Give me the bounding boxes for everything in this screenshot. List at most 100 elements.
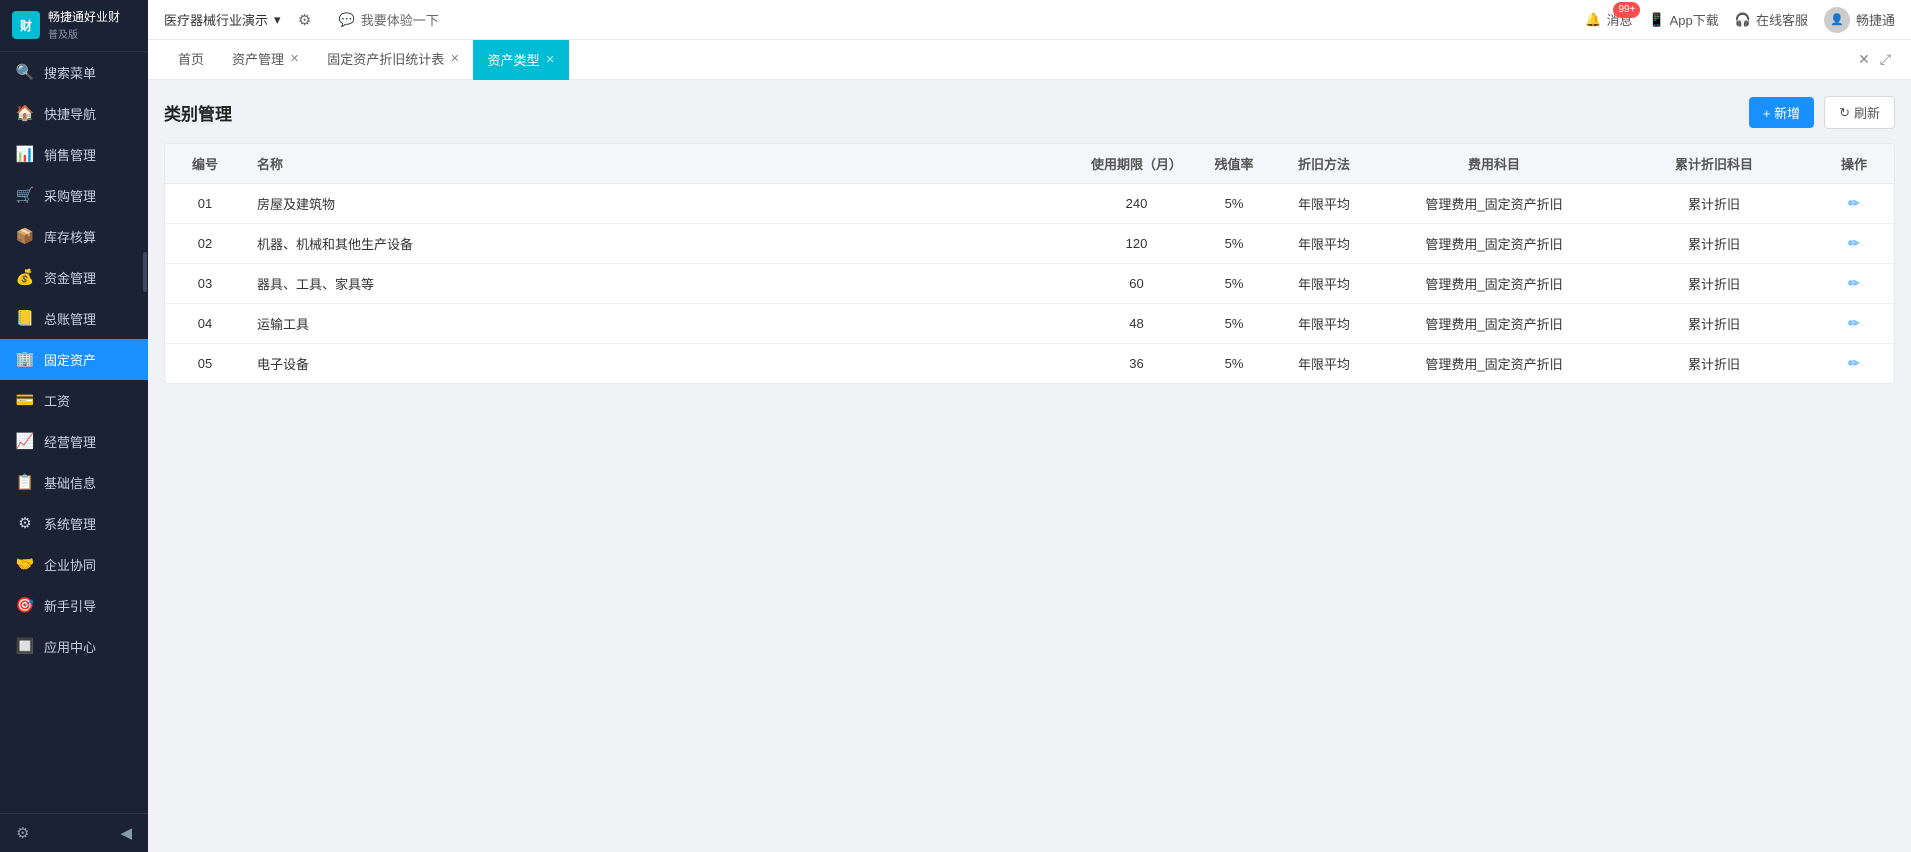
cell-2-row-0: 240 [1079, 184, 1194, 224]
tab-label-asset-mgmt: 资产管理 [232, 49, 284, 68]
sidebar-item-icon-guide: 🎯 [16, 596, 34, 614]
notification-icon: 🔔 [1585, 12, 1601, 28]
online-service-label: 在线客服 [1756, 10, 1808, 29]
sidebar-item-ledger[interactable]: 📒 总账管理 [0, 298, 148, 339]
sidebar-item-fund[interactable]: 💰 资金管理 [0, 257, 148, 298]
topbar-left: 医疗器械行业演示 ▾ ⚙ 💬 我要体验一下 [164, 6, 449, 34]
content-area: 类别管理 + 新增 ↻ 刷新 编号名称使用期限（月）残值率折旧方法费用科目累计折… [148, 80, 1911, 852]
th-4: 折旧方法 [1274, 144, 1374, 184]
sidebar-item-label-ledger: 总账管理 [44, 309, 96, 328]
edit-button-row-2[interactable]: ✏ [1814, 264, 1894, 304]
tab-home[interactable]: 首页 [164, 40, 218, 80]
tab-asset-type[interactable]: 资产类型✕ [473, 40, 568, 80]
sidebar-scrollbar-track[interactable] [142, 52, 148, 813]
sidebar-item-label-enterprise: 企业协同 [44, 555, 96, 574]
sidebar-item-icon-search: 🔍 [16, 63, 34, 81]
notification-button[interactable]: 🔔 消息 99+ [1585, 10, 1632, 29]
experience-icon: 💬 [339, 12, 355, 28]
th-6: 累计折旧科目 [1614, 144, 1814, 184]
edit-icon-row-3[interactable]: ✏ [1848, 315, 1860, 331]
sidebar-item-app-center[interactable]: 🔲 应用中心 [0, 626, 148, 667]
expand-window-icon[interactable]: ⤢ [1880, 51, 1891, 68]
sidebar-item-inventory[interactable]: 📦 库存核算 [0, 216, 148, 257]
page-title: 类别管理 [164, 100, 232, 125]
table-row: 03器具、工具、家具等605%年限平均管理费用_固定资产折旧累计折旧✏ [165, 264, 1894, 304]
collapse-icon[interactable]: ◀ [120, 824, 132, 842]
table-row: 02机器、机械和其他生产设备1205%年限平均管理费用_固定资产折旧累计折旧✏ [165, 224, 1894, 264]
settings-icon[interactable]: ⚙ [16, 824, 29, 842]
sidebar-item-payroll[interactable]: 💳 工资 [0, 380, 148, 421]
refresh-button[interactable]: ↻ 刷新 [1824, 96, 1895, 129]
sidebar-item-label-sys-mgmt: 系统管理 [44, 514, 96, 533]
cell-4-row-0: 年限平均 [1274, 184, 1374, 224]
sidebar-item-label-fund: 资金管理 [44, 268, 96, 287]
sidebar-item-icon-sales: 📊 [16, 145, 34, 163]
edit-icon-row-1[interactable]: ✏ [1848, 235, 1860, 251]
sidebar-item-fixed-asset[interactable]: 🏢 固定资产 [0, 339, 148, 380]
sidebar-item-sales[interactable]: 📊 销售管理 [0, 134, 148, 175]
th-0: 编号 [165, 144, 245, 184]
edit-button-row-1[interactable]: ✏ [1814, 224, 1894, 264]
sidebar-item-icon-enterprise: 🤝 [16, 555, 34, 573]
sidebar-item-quick-nav[interactable]: 🏠 快捷导航 [0, 93, 148, 134]
tab-close-fixed-asset-report[interactable]: ✕ [450, 52, 459, 65]
app-download-label: App下载 [1670, 10, 1719, 29]
cell-3-row-1: 5% [1194, 224, 1274, 264]
sidebar-item-icon-payroll: 💳 [16, 391, 34, 409]
cell-5-row-0: 管理费用_固定资产折旧 [1374, 184, 1614, 224]
sidebar-scrollbar-thumb[interactable] [143, 252, 147, 292]
tab-label-fixed-asset-report: 固定资产折旧统计表 [327, 49, 444, 68]
sidebar: 财 畅捷通好业财 普及版 🔍 搜索菜单 🏠 快捷导航 📊 销售管理 🛒 采购管理… [0, 0, 148, 852]
sidebar-item-icon-purchase: 🛒 [16, 186, 34, 204]
edit-button-row-4[interactable]: ✏ [1814, 344, 1894, 384]
cell-1-row-3: 运输工具 [245, 304, 1079, 344]
company-dropdown-icon: ▾ [274, 12, 281, 28]
sidebar-item-label-quick-nav: 快捷导航 [44, 104, 96, 123]
close-window-icon[interactable]: ✕ [1858, 51, 1870, 68]
tab-asset-mgmt[interactable]: 资产管理 ✕ [218, 40, 313, 80]
user-name: 畅捷通 [1856, 10, 1895, 29]
edit-button-row-0[interactable]: ✏ [1814, 184, 1894, 224]
sidebar-item-icon-basic-info: 📋 [16, 473, 34, 491]
sidebar-item-sys-mgmt[interactable]: ⚙ 系统管理 [0, 503, 148, 544]
sidebar-item-search[interactable]: 🔍 搜索菜单 [0, 52, 148, 93]
sidebar-item-enterprise[interactable]: 🤝 企业协同 [0, 544, 148, 585]
online-service-button[interactable]: 🎧 在线客服 [1735, 10, 1808, 29]
edit-icon-row-0[interactable]: ✏ [1848, 195, 1860, 211]
tab-close-asset-mgmt[interactable]: ✕ [290, 52, 299, 65]
sidebar-item-purchase[interactable]: 🛒 采购管理 [0, 175, 148, 216]
company-name: 医疗器械行业演示 [164, 10, 268, 29]
tab-label-home: 首页 [178, 49, 204, 68]
sidebar-item-label-fixed-asset: 固定资产 [44, 350, 96, 369]
cell-3-row-4: 5% [1194, 344, 1274, 384]
cell-4-row-2: 年限平均 [1274, 264, 1374, 304]
sidebar-item-icon-ops: 📈 [16, 432, 34, 450]
edit-button-row-3[interactable]: ✏ [1814, 304, 1894, 344]
app-download-button[interactable]: 📱 App下载 [1648, 10, 1718, 29]
table-header: 编号名称使用期限（月）残值率折旧方法费用科目累计折旧科目操作 [165, 144, 1894, 184]
asset-type-table: 编号名称使用期限（月）残值率折旧方法费用科目累计折旧科目操作 01房屋及建筑物2… [165, 144, 1894, 383]
sidebar-item-basic-info[interactable]: 📋 基础信息 [0, 462, 148, 503]
window-controls: ✕ ⤢ [1858, 51, 1895, 68]
topbar-settings-icon[interactable]: ⚙ [291, 6, 319, 34]
experience-label: 我要体验一下 [361, 10, 439, 29]
sidebar-item-guide[interactable]: 🎯 新手引导 [0, 585, 148, 626]
edit-icon-row-2[interactable]: ✏ [1848, 275, 1860, 291]
tab-fixed-asset-report[interactable]: 固定资产折旧统计表 ✕ [313, 40, 473, 80]
experience-button[interactable]: 💬 我要体验一下 [329, 6, 449, 33]
company-selector[interactable]: 医疗器械行业演示 ▾ [164, 10, 281, 29]
sidebar-item-ops[interactable]: 📈 经营管理 [0, 421, 148, 462]
new-button[interactable]: + 新增 [1749, 97, 1814, 128]
edit-icon-row-4[interactable]: ✏ [1848, 355, 1860, 371]
notification-badge: 99+ [1613, 2, 1640, 18]
tab-close-asset-type[interactable]: ✕ [546, 53, 555, 66]
sidebar-scroll: 🔍 搜索菜单 🏠 快捷导航 📊 销售管理 🛒 采购管理 📦 库存核算 💰 资金管… [0, 52, 148, 813]
th-3: 残值率 [1194, 144, 1274, 184]
cell-1-row-0: 房屋及建筑物 [245, 184, 1079, 224]
sidebar-item-icon-fixed-asset: 🏢 [16, 350, 34, 368]
th-2: 使用期限（月） [1079, 144, 1194, 184]
cell-3-row-3: 5% [1194, 304, 1274, 344]
user-profile-button[interactable]: 👤 畅捷通 [1824, 7, 1895, 33]
sidebar-header: 财 畅捷通好业财 普及版 [0, 0, 148, 52]
sidebar-item-label-payroll: 工资 [44, 391, 70, 410]
